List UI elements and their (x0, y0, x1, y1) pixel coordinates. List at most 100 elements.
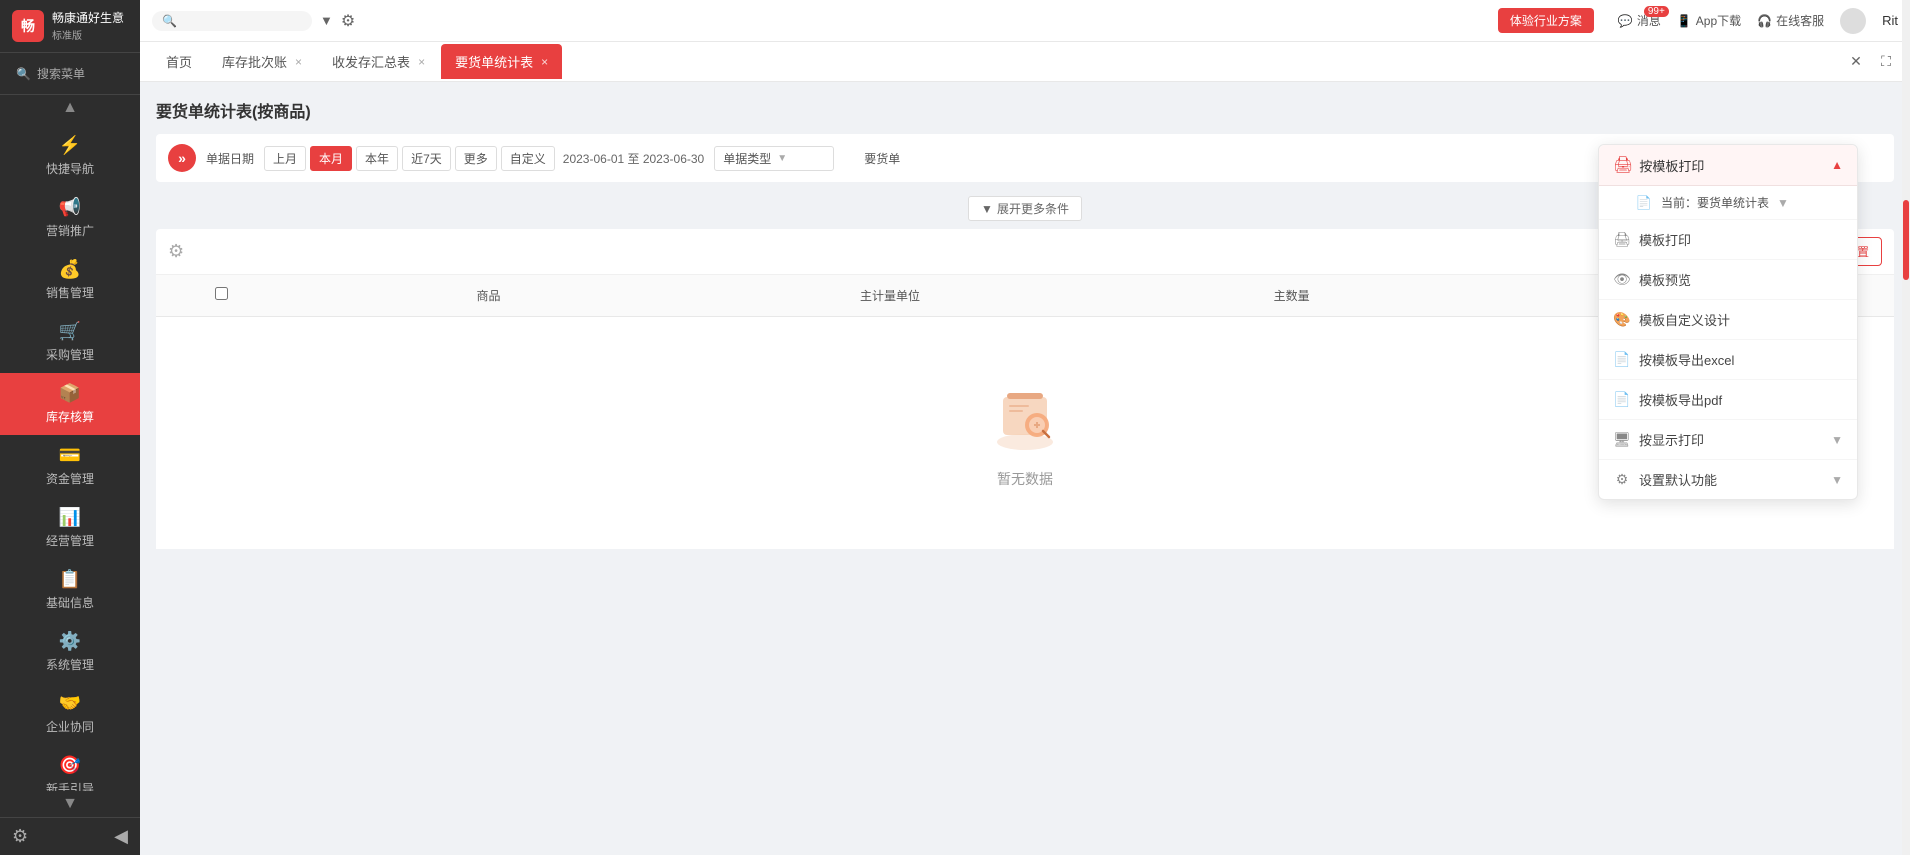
guide-icon: 🎯 (59, 755, 81, 776)
sidebar-item-purchase[interactable]: 🛒 采购管理 (0, 311, 140, 373)
topbar-search-box[interactable]: 🔍 (152, 11, 312, 31)
expand-more-icon: ▼ (981, 202, 993, 216)
customer-service-button[interactable]: 🎧 在线客服 (1757, 12, 1824, 29)
sidebar-item-shortcut[interactable]: ⚡ 快捷导航 (0, 125, 140, 187)
sidebar-item-marketing[interactable]: 📢 营销推广 (0, 187, 140, 249)
template-design-icon: 🎨 (1613, 311, 1631, 328)
dropdown-item-template-preview[interactable]: 👁 模板预览 (1599, 260, 1857, 300)
topbar: 🔍 ▼ ⚙ 体验行业方案 💬 消息 99+ 📱 App下载 🎧 在线客服 Ri (140, 0, 1910, 42)
sidebar-nav: ⚡ 快捷导航 📢 营销推广 💰 销售管理 🛒 采购管理 📦 库存核算 💳 资金管… (0, 121, 140, 791)
template-design-label: 模板自定义设计 (1639, 310, 1843, 329)
tab-order-stats-close[interactable]: × (541, 55, 548, 69)
app-download-label: App下载 (1696, 12, 1741, 29)
set-default-label: 设置默认功能 (1639, 470, 1823, 489)
topbar-gear-icon[interactable]: ⚙ (341, 11, 355, 31)
user-avatar[interactable] (1840, 8, 1866, 34)
type-filter-select[interactable]: 单据类型 ▼ (714, 146, 834, 171)
date-prev-month-btn[interactable]: 上月 (264, 146, 306, 171)
sidebar-item-enterprise[interactable]: 🤝 企业协同 (0, 683, 140, 745)
date-current-month-btn[interactable]: 本月 (310, 146, 352, 171)
tab-fullscreen-button[interactable]: ⛶ (1874, 50, 1898, 74)
page-title: 要货单统计表(按商品) (156, 98, 1894, 122)
print-dropdown-menu: 🖨 按模板打印 ▲ 📄 当前：要货单统计表 ▼ 🖨 模板打印 👁 模板预览 🎨 … (1598, 144, 1858, 500)
search-menu-button[interactable]: 🔍 搜索菜单 (10, 61, 130, 86)
date-custom-btn[interactable]: 自定义 (501, 146, 555, 171)
expand-more-button[interactable]: ▼ 展开更多条件 (968, 196, 1082, 221)
tab-home-label: 首页 (166, 52, 192, 71)
app-logo-icon: 畅 (12, 10, 44, 42)
filter-expand-button[interactable]: » (168, 144, 196, 172)
trial-button[interactable]: 体验行业方案 (1498, 8, 1594, 33)
topbar-dropdown-arrow[interactable]: ▼ (320, 13, 333, 28)
display-print-label: 按显示打印 (1639, 430, 1823, 449)
sidebar-item-operation-label: 经营管理 (46, 532, 94, 549)
tabs-right-actions: ✕ ⛶ (1844, 50, 1898, 74)
dropdown-current-template[interactable]: 📄 当前：要货单统计表 ▼ (1599, 186, 1857, 220)
scrollbar-thumb[interactable] (1903, 200, 1909, 280)
marketing-icon: 📢 (59, 197, 81, 218)
date-current-year-btn[interactable]: 本年 (356, 146, 398, 171)
sidebar-item-sales[interactable]: 💰 销售管理 (0, 249, 140, 311)
template-pdf-icon: 📄 (1613, 391, 1631, 408)
dropdown-item-template-print[interactable]: 🖨 模板打印 (1599, 220, 1857, 260)
template-excel-label: 按模板导出excel (1639, 350, 1843, 369)
sidebar-item-inventory[interactable]: 📦 库存核算 (0, 373, 140, 435)
current-template-icon: 📄 (1635, 195, 1653, 211)
display-print-icon: 🖥 (1613, 431, 1631, 448)
sidebar-item-operation[interactable]: 📊 经营管理 (0, 497, 140, 559)
sidebar-item-system[interactable]: ⚙️ 系统管理 (0, 621, 140, 683)
order-status-filter: 要货单 (864, 150, 900, 167)
message-button[interactable]: 💬 消息 99+ (1618, 12, 1661, 29)
user-name: Rit (1882, 13, 1898, 28)
set-default-arrow: ▼ (1831, 473, 1843, 487)
sidebar-item-guide-label: 新手引导 (46, 780, 94, 791)
message-badge: 99+ (1644, 6, 1669, 17)
app-download-button[interactable]: 📱 App下载 (1677, 12, 1741, 29)
tab-inventory-batch-close[interactable]: × (295, 55, 302, 69)
sidebar-item-guide[interactable]: 🎯 新手引导 (0, 745, 140, 791)
sidebar-scroll-down[interactable]: ▼ (0, 791, 140, 817)
date-more-btn[interactable]: 更多 (455, 146, 497, 171)
date-7days-btn[interactable]: 近7天 (402, 146, 451, 171)
sidebar-item-basic[interactable]: 📋 基础信息 (0, 559, 140, 621)
tab-close-window-button[interactable]: ✕ (1844, 50, 1868, 74)
tab-bar: 首页 库存批次账 × 收发存汇总表 × 要货单统计表 × ✕ ⛶ (140, 42, 1910, 82)
tab-order-stats[interactable]: 要货单统计表 × (441, 44, 562, 79)
sidebar: 畅 畅康通好生意 标准版 🔍 搜索菜单 ▲ ⚡ 快捷导航 📢 营销推广 💰 销售… (0, 0, 140, 855)
sidebar-item-finance[interactable]: 💳 资金管理 (0, 435, 140, 497)
expand-more-label: 展开更多条件 (997, 200, 1069, 217)
tab-receipt-summary-close[interactable]: × (418, 55, 425, 69)
dropdown-title-label: 按模板打印 (1639, 156, 1704, 175)
sidebar-scroll-up[interactable]: ▲ (0, 95, 140, 121)
sidebar-collapse-icon[interactable]: ◀ (114, 826, 128, 847)
sidebar-settings-icon[interactable]: ⚙ (12, 826, 28, 847)
sales-icon: 💰 (59, 259, 81, 280)
tab-home[interactable]: 首页 (152, 44, 206, 79)
dropdown-item-set-default[interactable]: ⚙ 设置默认功能 ▼ (1599, 460, 1857, 499)
search-icon: 🔍 (16, 67, 31, 81)
phone-icon: 📱 (1677, 14, 1692, 28)
dropdown-item-template-excel[interactable]: 📄 按模板导出excel (1599, 340, 1857, 380)
sidebar-item-purchase-label: 采购管理 (46, 346, 94, 363)
dropdown-item-template-design[interactable]: 🎨 模板自定义设计 (1599, 300, 1857, 340)
app-name-block: 畅康通好生意 标准版 (52, 10, 124, 42)
th-unit: 主计量单位 (689, 283, 1091, 308)
topbar-right: 💬 消息 99+ 📱 App下载 🎧 在线客服 Rit (1618, 8, 1898, 34)
dropdown-item-display-print[interactable]: 🖥 按显示打印 ▼ (1599, 420, 1857, 460)
date-range-display: 2023-06-01 至 2023-06-30 (563, 150, 704, 167)
sidebar-item-basic-label: 基础信息 (46, 594, 94, 611)
select-all-checkbox[interactable] (215, 287, 228, 300)
app-badge: 标准版 (52, 27, 124, 42)
right-scrollbar[interactable] (1902, 0, 1910, 855)
sidebar-item-marketing-label: 营销推广 (46, 222, 94, 239)
dropdown-item-template-pdf[interactable]: 📄 按模板导出pdf (1599, 380, 1857, 420)
template-preview-icon: 👁 (1613, 271, 1631, 288)
table-config-icon[interactable]: ⚙ (168, 241, 184, 262)
dropdown-title: 🖨 按模板打印 (1613, 155, 1704, 175)
topbar-dropdown-area: ▼ (320, 13, 333, 28)
dropdown-chevron-icon[interactable]: ▲ (1831, 158, 1843, 172)
template-preview-label: 模板预览 (1639, 270, 1843, 289)
type-filter-arrow: ▼ (777, 153, 787, 164)
tab-receipt-summary[interactable]: 收发存汇总表 × (318, 44, 439, 79)
tab-inventory-batch[interactable]: 库存批次账 × (208, 44, 316, 79)
